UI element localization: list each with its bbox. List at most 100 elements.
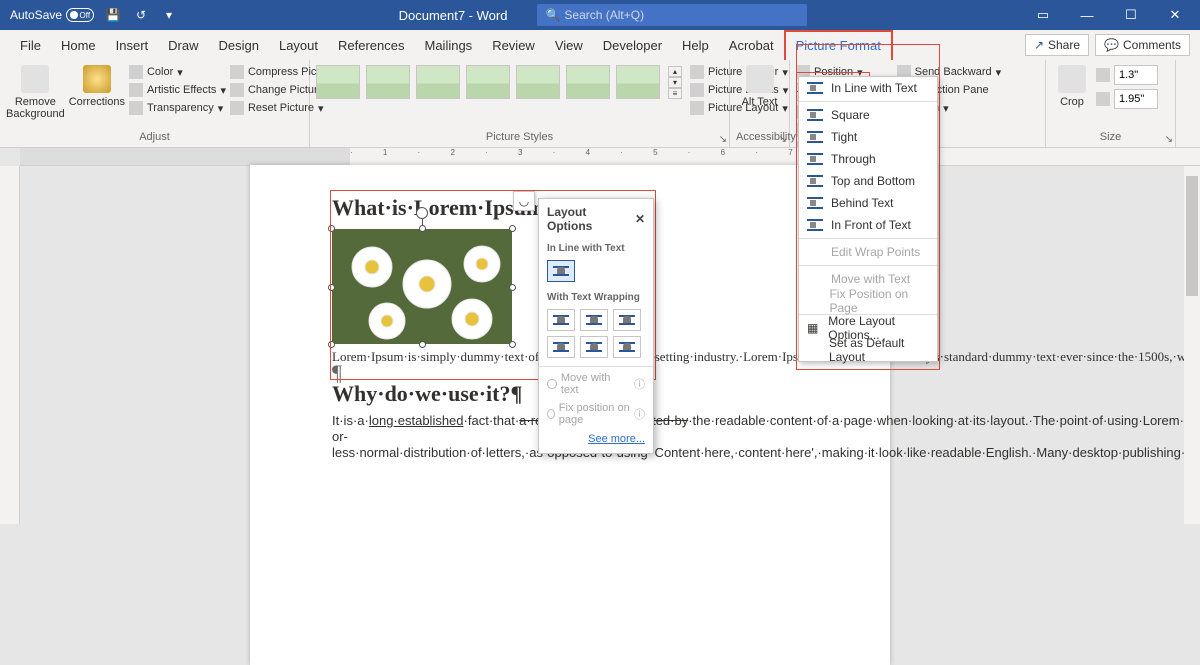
tab-references[interactable]: References [328,32,414,60]
resize-handle[interactable] [328,341,335,348]
picture-layout-icon [690,101,704,115]
wrap-in-front[interactable]: In Front of Text [799,214,937,236]
crop-button[interactable]: Crop [1052,65,1092,108]
layout-opt-through[interactable] [613,309,641,331]
close-icon[interactable]: ✕ [635,212,645,226]
picture-styles-dialog-launcher[interactable]: ↘ [719,134,727,145]
layout-opt-inline[interactable] [547,260,575,282]
ribbon-group-size: Crop Size ↘ [1046,60,1176,147]
group-label-adjust: Adjust [6,131,303,145]
vertical-scrollbar[interactable] [1184,166,1200,524]
comments-button[interactable]: 💬Comments [1095,34,1190,56]
transparency-button[interactable]: Transparency ▾ [129,101,226,115]
tab-file[interactable]: File [10,32,51,60]
tab-review[interactable]: Review [482,32,545,60]
autosave-toggle[interactable]: AutoSave Off [10,8,94,22]
wrap-through[interactable]: Through [799,148,937,170]
undo-icon[interactable]: ↺ [132,6,150,24]
vertical-ruler[interactable] [0,166,20,524]
picture-border-icon [690,65,704,79]
wrap-tight[interactable]: Tight [799,126,937,148]
layout-section-inline: In Line with Text [539,239,653,256]
selected-image[interactable] [332,229,512,344]
save-icon[interactable]: 💾 [104,6,122,24]
share-button[interactable]: ↗Share [1025,34,1089,56]
wrap-set-default[interactable]: Set as Default Layout [799,339,937,361]
layout-see-more[interactable]: See more... [539,429,653,453]
artistic-effects-button[interactable]: Artistic Effects ▾ [129,83,226,97]
tab-acrobat[interactable]: Acrobat [719,32,784,60]
wrap-top-bottom[interactable]: Top and Bottom [799,170,937,192]
layout-opt-in-front[interactable] [613,336,641,358]
window-maximize-icon[interactable]: ☐ [1116,7,1146,23]
info-icon[interactable]: ⓘ [634,376,645,392]
document-title: Document7 - Word [399,8,508,23]
wrap-through-icon [807,153,823,165]
redo-icon[interactable]: ▾ [160,6,178,24]
corrections-button[interactable]: Corrections [69,65,125,108]
rotate-handle[interactable] [416,207,428,219]
reset-picture-icon [230,101,244,115]
remove-background-icon [21,65,49,93]
layout-opt-behind[interactable] [580,336,608,358]
window-minimize-icon[interactable]: — [1072,8,1102,23]
horizontal-ruler[interactable]: · 1 · 2 · 3 · 4 · 5 · 6 · 7 · [20,148,1200,166]
layout-opt-tight[interactable] [580,309,608,331]
autosave-state: Off [80,11,91,20]
layout-opt-square[interactable] [547,309,575,331]
tab-help[interactable]: Help [672,32,719,60]
height-input[interactable] [1114,65,1158,85]
tab-layout[interactable]: Layout [269,32,328,60]
layout-opt-top-bottom[interactable] [547,336,575,358]
resize-handle[interactable] [509,341,516,348]
wrap-inline[interactable]: In Line with Text [799,77,937,99]
accessibility-dialog-launcher[interactable]: ↘ [779,134,787,145]
wrap-square[interactable]: Square [799,104,937,126]
style-thumb[interactable] [616,65,660,99]
style-thumb[interactable] [466,65,510,99]
group-label-accessibility: Accessibility [736,131,783,145]
gallery-nav[interactable]: ▴▾≡ [668,66,682,99]
size-dialog-launcher[interactable]: ↘ [1165,134,1173,145]
tab-insert[interactable]: Insert [106,32,159,60]
scrollbar-thumb[interactable] [1186,176,1198,296]
width-field[interactable] [1096,89,1158,109]
tab-design[interactable]: Design [209,32,269,60]
tab-draw[interactable]: Draw [158,32,208,60]
window-close-icon[interactable]: ✕ [1160,7,1190,23]
resize-handle[interactable] [419,225,426,232]
resize-handle[interactable] [509,284,516,291]
style-thumb[interactable] [566,65,610,99]
style-thumb[interactable] [416,65,460,99]
tell-me-search[interactable]: 🔍 Search (Alt+Q) [537,4,807,26]
ribbon-display-icon[interactable]: ▭ [1028,7,1058,23]
wrap-behind[interactable]: Behind Text [799,192,937,214]
info-icon[interactable]: ⓘ [634,406,645,422]
resize-handle[interactable] [328,225,335,232]
ribbon-tabs: File Home Insert Draw Design Layout Refe… [0,30,1200,60]
color-button[interactable]: Color ▾ [129,65,226,79]
layout-options-launcher[interactable]: ◡ [513,191,535,211]
corrections-icon [83,65,111,93]
wrap-tight-icon [807,131,823,143]
share-icon: ↗ [1034,38,1044,52]
resize-handle[interactable] [509,225,516,232]
tab-home[interactable]: Home [51,32,106,60]
tab-mailings[interactable]: Mailings [415,32,483,60]
resize-handle[interactable] [419,341,426,348]
tab-picture-format[interactable]: Picture Format [784,30,893,63]
search-icon: 🔍 [545,8,560,22]
style-thumb[interactable] [366,65,410,99]
color-icon [129,65,143,79]
tab-developer[interactable]: Developer [593,32,672,60]
tab-view[interactable]: View [545,32,593,60]
resize-handle[interactable] [328,284,335,291]
style-thumb[interactable] [516,65,560,99]
artistic-effects-icon [129,83,143,97]
remove-background-button[interactable]: Remove Background [6,65,65,120]
picture-styles-gallery[interactable]: ▴▾≡ [316,65,682,99]
height-field[interactable] [1096,65,1158,85]
style-thumb[interactable] [316,65,360,99]
width-input[interactable] [1114,89,1158,109]
alt-text-button[interactable]: Alt Text [736,65,783,108]
